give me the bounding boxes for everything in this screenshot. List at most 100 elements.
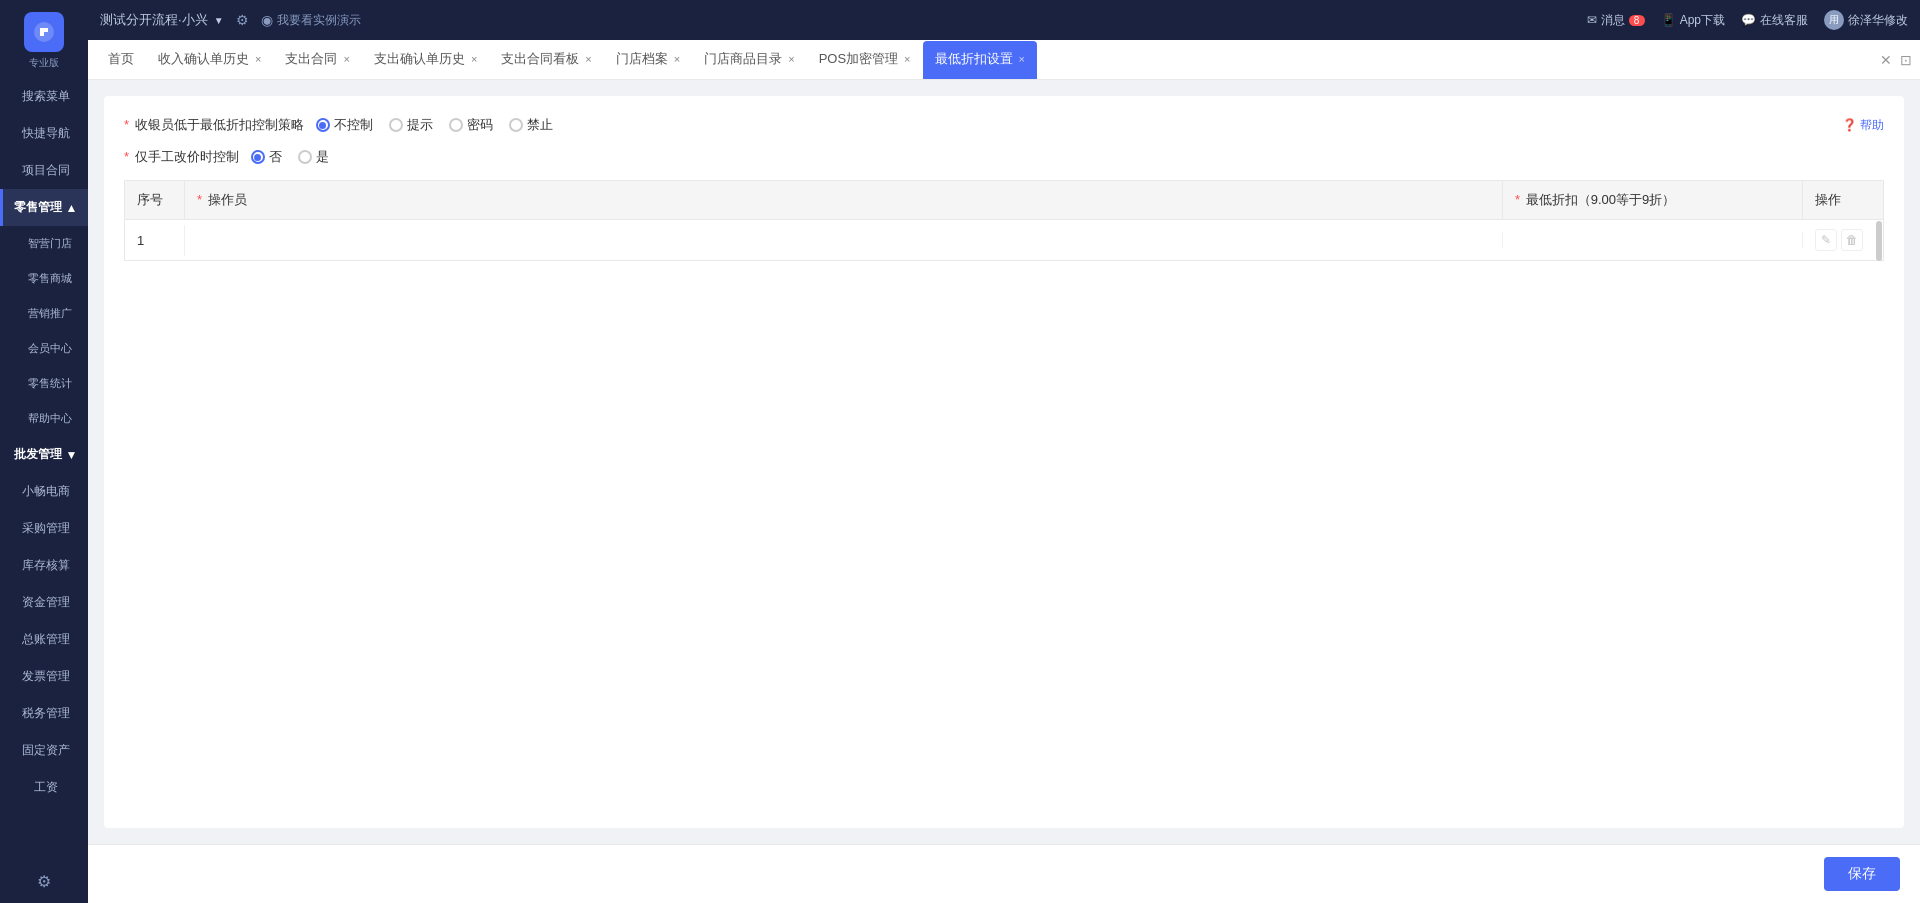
tab-close-icon[interactable]: × xyxy=(255,53,261,65)
radio-label-yes: 是 xyxy=(316,148,329,166)
tab-min-discount-settings[interactable]: 最低折扣设置 × xyxy=(923,41,1037,79)
radio-yes[interactable]: 是 xyxy=(298,148,329,166)
tab-payment-contract-board[interactable]: 支出合同看板 × xyxy=(489,41,603,79)
sidebar-item-label: 会员中心 xyxy=(15,341,84,356)
topbar: 测试分开流程·小兴 ▼ ⚙ ◉ 我要看实例演示 ✉ 消息 8 📱 App下载 💬… xyxy=(88,0,1920,40)
sidebar-item-marketing[interactable]: 营销推广 xyxy=(0,296,88,331)
sidebar-item-label: 帮助中心 xyxy=(15,411,84,426)
tab-store-product-catalog[interactable]: 门店商品目录 × xyxy=(692,41,806,79)
tabbar: 首页 收入确认单历史 × 支出合同 × 支出确认单历史 × 支出合同看板 × 门… xyxy=(88,40,1920,80)
tab-expand-icon[interactable]: ⊡ xyxy=(1900,52,1912,68)
sidebar-item-label: 小畅电商 xyxy=(7,483,84,500)
required-star: * xyxy=(124,117,129,132)
online-support-button[interactable]: 💬 在线客服 xyxy=(1741,12,1808,29)
tab-store-file[interactable]: 门店档案 × xyxy=(604,41,692,79)
cell-operator[interactable] xyxy=(185,232,1503,248)
sidebar-item-fixed-assets[interactable]: 固定资产 xyxy=(0,732,88,769)
demo-link[interactable]: ◉ 我要看实例演示 xyxy=(261,12,361,29)
tab-label: POS加密管理 xyxy=(819,50,898,68)
tab-close-icon[interactable]: × xyxy=(1019,53,1025,65)
sidebar-item-label: 库存核算 xyxy=(7,557,84,574)
tab-close-all-icon[interactable]: ✕ xyxy=(1880,52,1892,68)
tab-payment-contract[interactable]: 支出合同 × xyxy=(273,41,361,79)
message-icon: ✉ xyxy=(1587,13,1597,27)
user-icon: 用 xyxy=(1824,10,1844,30)
sidebar-item-retail-mall[interactable]: 零售商城 xyxy=(0,261,88,296)
tab-label: 最低折扣设置 xyxy=(935,50,1013,68)
sidebar-item-quick-nav[interactable]: 快捷导航 xyxy=(0,115,88,152)
topbar-settings-icon[interactable]: ⚙ xyxy=(236,12,249,28)
delete-row-button[interactable]: 🗑 xyxy=(1841,229,1863,251)
form-row-discount-control: * 收银员低于最低折扣控制策略 不控制 提示 xyxy=(124,116,1884,134)
sidebar-item-label: 零售统计 xyxy=(15,376,84,391)
tab-close-icon[interactable]: × xyxy=(904,53,910,65)
gear-icon: ⚙ xyxy=(37,873,51,890)
radio-forbid[interactable]: 禁止 xyxy=(509,116,553,134)
tab-close-icon[interactable]: × xyxy=(585,53,591,65)
sidebar-item-member-center[interactable]: 会员中心 xyxy=(0,331,88,366)
sidebar-item-inventory[interactable]: 库存核算 xyxy=(0,547,88,584)
content-wrapper: * 收银员低于最低折扣控制策略 不控制 提示 xyxy=(88,80,1920,903)
sidebar-item-label: 快捷导航 xyxy=(7,125,84,142)
tab-income-confirm-history[interactable]: 收入确认单历史 × xyxy=(146,41,273,79)
app-logo-icon xyxy=(24,12,64,52)
radio-label-forbid: 禁止 xyxy=(527,116,553,134)
tab-payment-confirm-history[interactable]: 支出确认单历史 × xyxy=(362,41,489,79)
sidebar-item-label: 零售商城 xyxy=(15,271,84,286)
app-download-label: App下载 xyxy=(1680,12,1725,29)
radio-no[interactable]: 否 xyxy=(251,148,282,166)
message-button[interactable]: ✉ 消息 8 xyxy=(1587,12,1645,29)
sidebar-settings-button[interactable]: ⚙ xyxy=(0,860,88,903)
sidebar-item-batch-mgmt[interactable]: 批发管理 ▼ xyxy=(0,436,88,473)
sidebar-item-search[interactable]: 搜索菜单 xyxy=(0,78,88,115)
sidebar-item-general-ledger[interactable]: 总账管理 xyxy=(0,621,88,658)
sidebar-item-invoice-mgmt[interactable]: 发票管理 xyxy=(0,658,88,695)
message-label: 消息 xyxy=(1601,12,1625,29)
sidebar-item-label: 批发管理 xyxy=(14,446,62,463)
sidebar-item-help-center[interactable]: 帮助中心 xyxy=(0,401,88,436)
circle-icon: ◉ xyxy=(261,12,273,28)
form-label-manual-price: * 仅手工改价时控制 xyxy=(124,148,239,166)
cell-min-discount[interactable] xyxy=(1503,232,1803,248)
app-version-label: 专业版 xyxy=(29,56,59,70)
radio-icon-forbid xyxy=(509,118,523,132)
tab-home[interactable]: 首页 xyxy=(96,41,146,79)
project-selector[interactable]: 测试分开流程·小兴 ▼ xyxy=(100,11,224,29)
app-download-button[interactable]: 📱 App下载 xyxy=(1661,12,1725,29)
tab-close-icon[interactable]: × xyxy=(788,53,794,65)
tab-label: 支出合同看板 xyxy=(501,50,579,68)
help-link[interactable]: ❓ 帮助 xyxy=(1842,117,1884,134)
sidebar-item-tax-mgmt[interactable]: 税务管理 xyxy=(0,695,88,732)
radio-label-no-control: 不控制 xyxy=(334,116,373,134)
tab-close-icon[interactable]: × xyxy=(471,53,477,65)
save-button[interactable]: 保存 xyxy=(1824,857,1900,891)
tab-label: 支出确认单历史 xyxy=(374,50,465,68)
radio-remind[interactable]: 提示 xyxy=(389,116,433,134)
sidebar-item-salary[interactable]: 工资 xyxy=(0,769,88,806)
sidebar-item-retail-mgmt[interactable]: 零售管理 ▲ xyxy=(0,189,88,226)
form-row-manual-price: * 仅手工改价时控制 否 是 xyxy=(124,148,1884,166)
page-footer: 保存 xyxy=(88,844,1920,903)
sidebar-item-ecommerce[interactable]: 小畅电商 xyxy=(0,473,88,510)
main-card: * 收银员低于最低折扣控制策略 不控制 提示 xyxy=(104,96,1904,828)
sidebar-item-label: 营销推广 xyxy=(15,306,84,321)
sidebar-item-retail-stats[interactable]: 零售统计 xyxy=(0,366,88,401)
tab-pos-password-mgmt[interactable]: POS加密管理 × xyxy=(807,41,923,79)
sidebar-item-purchase-mgmt[interactable]: 采购管理 xyxy=(0,510,88,547)
sidebar-item-smart-store[interactable]: 智营门店 xyxy=(0,226,88,261)
radio-label-remind: 提示 xyxy=(407,116,433,134)
radio-group-discount-control: 不控制 提示 密码 禁止 xyxy=(316,116,553,134)
sidebar-item-finance[interactable]: 资金管理 xyxy=(0,584,88,621)
tab-close-icon[interactable]: × xyxy=(343,53,349,65)
download-icon: 📱 xyxy=(1661,13,1676,27)
radio-no-control[interactable]: 不控制 xyxy=(316,116,373,134)
tab-close-icon[interactable]: × xyxy=(674,53,680,65)
radio-password[interactable]: 密码 xyxy=(449,116,493,134)
edit-row-button[interactable]: ✎ xyxy=(1815,229,1837,251)
sidebar-item-project-contract[interactable]: 项目合同 xyxy=(0,152,88,189)
sidebar-item-label: 资金管理 xyxy=(7,594,84,611)
main-area: 测试分开流程·小兴 ▼ ⚙ ◉ 我要看实例演示 ✉ 消息 8 📱 App下载 💬… xyxy=(88,0,1920,903)
sidebar: 专业版 搜索菜单 快捷导航 项目合同 零售管理 ▲ 智营门店 零售商城 营销推广… xyxy=(0,0,88,903)
message-badge: 8 xyxy=(1629,15,1645,26)
user-profile-button[interactable]: 用 徐泽华修改 xyxy=(1824,10,1908,30)
